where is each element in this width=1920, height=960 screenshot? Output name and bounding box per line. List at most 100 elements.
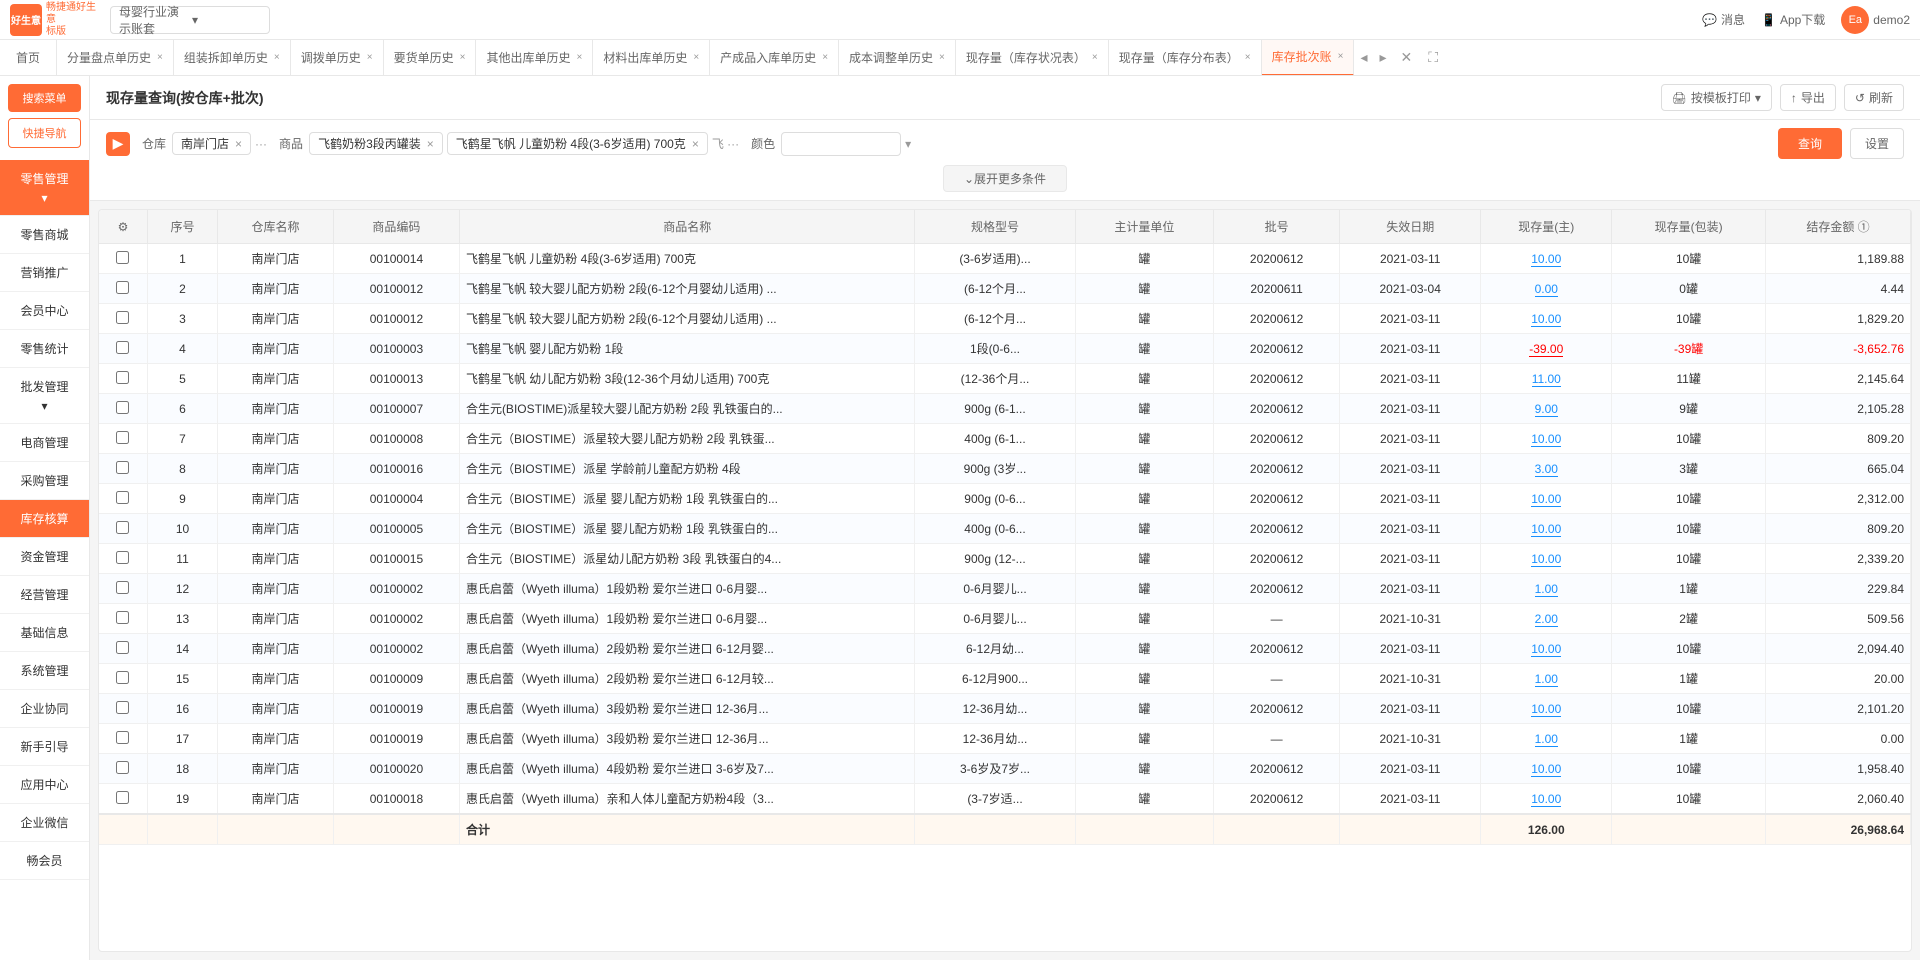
cell-stock-main[interactable]: 10.00	[1481, 754, 1612, 784]
close-tab-material-out[interactable]: ×	[693, 52, 699, 63]
sidebar-item-finance[interactable]: 资金管理	[0, 538, 89, 576]
close-tab-request[interactable]: ×	[460, 52, 466, 63]
table-container[interactable]: ⚙ 序号 仓库名称 商品编码 商品名称 规格型号 主计量单位 批号 失效日期 现…	[98, 209, 1912, 952]
expand-filters-button[interactable]: ⌄ 展开更多条件	[943, 165, 1067, 192]
sidebar-item-inventory[interactable]: 库存核算	[0, 500, 89, 538]
cell-stock-main[interactable]: 10.00	[1481, 304, 1612, 334]
cell-checkbox[interactable]	[99, 754, 147, 784]
cell-checkbox[interactable]	[99, 454, 147, 484]
col-settings[interactable]: ⚙	[99, 210, 147, 244]
cell-stock-main[interactable]: 1.00	[1481, 664, 1612, 694]
tab-cost-adjust[interactable]: 成本调整单历史 ×	[839, 40, 956, 76]
tab-material-out-history[interactable]: 材料出库单历史 ×	[593, 40, 710, 76]
cell-stock-main[interactable]: -39.00	[1481, 334, 1612, 364]
settings-icon[interactable]: ⚙	[118, 220, 129, 234]
cell-checkbox[interactable]	[99, 634, 147, 664]
sidebar-item-enterprise[interactable]: 企业协同	[0, 690, 89, 728]
color-input[interactable]	[781, 132, 901, 156]
cell-checkbox[interactable]	[99, 304, 147, 334]
cell-checkbox[interactable]	[99, 484, 147, 514]
tab-other-out-history[interactable]: 其他出库单历史 ×	[476, 40, 593, 76]
search-menu-button[interactable]: 搜索菜单	[8, 84, 81, 112]
sidebar-item-operation[interactable]: 经营管理	[0, 576, 89, 614]
warehouse-tag-0[interactable]: 南岸门店 ×	[172, 132, 251, 155]
industry-selector[interactable]: 母婴行业演示账套 ▾	[110, 6, 270, 34]
cell-stock-main[interactable]: 2.00	[1481, 604, 1612, 634]
tab-stock-status[interactable]: 现存量（库存状况表） ×	[956, 40, 1109, 76]
close-tab-stock-dist[interactable]: ×	[1245, 52, 1251, 63]
tab-scroll-left[interactable]: ◂	[1354, 49, 1373, 66]
product-more[interactable]: 飞 ···	[712, 135, 739, 152]
remove-product-tag-1[interactable]: ×	[692, 137, 699, 151]
cell-stock-main[interactable]: 9.00	[1481, 394, 1612, 424]
cell-stock-main[interactable]: 11.00	[1481, 364, 1612, 394]
sidebar-item-wholesale[interactable]: 批发管理 ▾	[0, 368, 89, 424]
close-tab-requisition[interactable]: ×	[367, 52, 373, 63]
cell-checkbox[interactable]	[99, 604, 147, 634]
filter-toggle-button[interactable]: ▶	[106, 132, 130, 156]
cell-checkbox[interactable]	[99, 724, 147, 754]
cell-stock-main[interactable]: 10.00	[1481, 514, 1612, 544]
cell-stock-main[interactable]: 10.00	[1481, 784, 1612, 815]
cell-checkbox[interactable]	[99, 394, 147, 424]
cell-checkbox[interactable]	[99, 694, 147, 724]
tab-split-history[interactable]: 分量盘点单历史 ×	[57, 40, 174, 76]
tab-close-all[interactable]: ✕	[1393, 49, 1421, 66]
close-tab-batch-voucher[interactable]: ×	[1338, 51, 1344, 62]
cell-checkbox[interactable]	[99, 334, 147, 364]
sidebar-item-purchase[interactable]: 采购管理	[0, 462, 89, 500]
tab-batch-voucher[interactable]: 库存批次账 ×	[1262, 40, 1355, 76]
tab-request-history[interactable]: 要货单历史 ×	[384, 40, 477, 76]
close-tab-product-in[interactable]: ×	[822, 52, 828, 63]
sidebar-item-member-plus[interactable]: 畅会员	[0, 842, 89, 880]
tab-product-in-history[interactable]: 产成品入库单历史 ×	[710, 40, 839, 76]
tab-stock-dist[interactable]: 现存量（库存分布表） ×	[1109, 40, 1262, 76]
sidebar-item-member[interactable]: 会员中心	[0, 292, 89, 330]
close-tab-other-out[interactable]: ×	[576, 52, 582, 63]
cell-stock-main[interactable]: 10.00	[1481, 424, 1612, 454]
print-button[interactable]: 🖨 按模板打印 ▾	[1661, 84, 1772, 111]
cell-stock-main[interactable]: 10.00	[1481, 694, 1612, 724]
sidebar-item-marketing[interactable]: 营销推广	[0, 254, 89, 292]
product-tag-1[interactable]: 飞鹤星飞帆 儿童奶粉 4段(3-6岁适用) 700克 ×	[447, 132, 708, 155]
export-button[interactable]: ↑ 导出	[1780, 84, 1836, 111]
sidebar-item-retail-stat[interactable]: 零售统计	[0, 330, 89, 368]
cell-stock-main[interactable]: 10.00	[1481, 244, 1612, 274]
user-profile[interactable]: Ea demo2	[1841, 6, 1910, 34]
message-button[interactable]: 💬 消息	[1702, 11, 1745, 28]
sidebar-item-retail-shop[interactable]: 零售商城	[0, 216, 89, 254]
tab-disassemble-history[interactable]: 组装拆卸单历史 ×	[174, 40, 291, 76]
remove-product-tag-0[interactable]: ×	[427, 137, 434, 151]
sidebar-item-apps[interactable]: 应用中心	[0, 766, 89, 804]
setting-button[interactable]: 设置	[1850, 128, 1904, 159]
app-download-button[interactable]: 📱 App下载	[1761, 11, 1825, 28]
refresh-button[interactable]: ↺ 刷新	[1844, 84, 1904, 111]
cell-stock-main[interactable]: 10.00	[1481, 634, 1612, 664]
cell-stock-main[interactable]: 10.00	[1481, 544, 1612, 574]
sidebar-item-basic[interactable]: 基础信息	[0, 614, 89, 652]
cell-checkbox[interactable]	[99, 664, 147, 694]
cell-checkbox[interactable]	[99, 424, 147, 454]
close-tab-split-history[interactable]: ×	[157, 52, 163, 63]
tab-maximize[interactable]: ⛶	[1420, 49, 1446, 66]
cell-stock-main[interactable]: 3.00	[1481, 454, 1612, 484]
search-button[interactable]: 查询	[1778, 128, 1842, 159]
cell-stock-main[interactable]: 1.00	[1481, 724, 1612, 754]
sidebar-item-system[interactable]: 系统管理	[0, 652, 89, 690]
sidebar-item-retail[interactable]: 零售管理 ▾	[0, 160, 89, 216]
close-tab-cost-adjust[interactable]: ×	[939, 52, 945, 63]
tab-requisition-history[interactable]: 调拨单历史 ×	[291, 40, 384, 76]
sidebar-item-ecommerce[interactable]: 电商管理	[0, 424, 89, 462]
cell-checkbox[interactable]	[99, 544, 147, 574]
cell-checkbox[interactable]	[99, 274, 147, 304]
close-tab-stock-status[interactable]: ×	[1092, 52, 1098, 63]
cell-checkbox[interactable]	[99, 244, 147, 274]
cell-stock-main[interactable]: 1.00	[1481, 574, 1612, 604]
close-tab-disassemble[interactable]: ×	[274, 52, 280, 63]
tab-home[interactable]: 首页	[0, 40, 57, 76]
sidebar-item-guide[interactable]: 新手引导	[0, 728, 89, 766]
cell-checkbox[interactable]	[99, 364, 147, 394]
warehouse-more[interactable]: ···	[255, 137, 267, 151]
quick-nav-button[interactable]: 快捷导航	[8, 118, 81, 148]
cell-checkbox[interactable]	[99, 514, 147, 544]
